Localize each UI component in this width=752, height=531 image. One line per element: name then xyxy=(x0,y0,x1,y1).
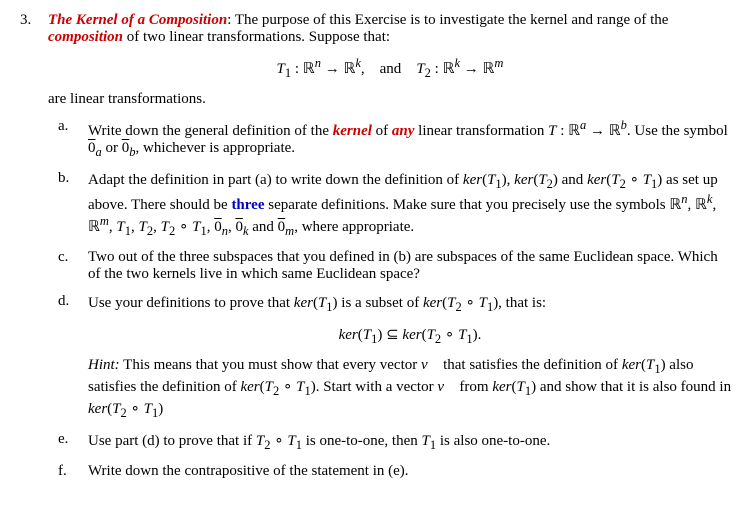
are-linear-text: are linear transformations. xyxy=(48,91,732,108)
transforms-display: T1 : ℝn → ℝk, and T2 : ℝk → ℝm xyxy=(48,56,732,81)
three-word: three xyxy=(231,197,264,213)
part-a-label: a. xyxy=(58,118,80,160)
part-d-formula: ker(T1) ⊆ ker(T2 ∘ T1). xyxy=(88,325,732,347)
part-a-content: Write down the general definition of the… xyxy=(88,118,732,160)
part-d: d. Use your definitions to prove that ke… xyxy=(58,293,732,421)
part-f-content: Write down the contrapositive of the sta… xyxy=(88,463,732,480)
part-e: e. Use part (d) to prove that if T2 ∘ T1… xyxy=(58,431,732,453)
problem-body: The Kernel of a Composition: The purpose… xyxy=(48,12,732,490)
part-e-content: Use part (d) to prove that if T2 ∘ T1 is… xyxy=(88,431,732,453)
kernel-word: kernel xyxy=(333,123,372,139)
part-a: a. Write down the general definition of … xyxy=(58,118,732,160)
part-d-content: Use your definitions to prove that ker(T… xyxy=(88,293,732,421)
any-word: any xyxy=(392,123,415,139)
part-d-hint: Hint: This means that you must show that… xyxy=(88,357,732,421)
part-b-label: b. xyxy=(58,170,80,239)
part-b-content: Adapt the definition in part (a) to writ… xyxy=(88,170,732,239)
problem-number: 3. xyxy=(20,12,40,490)
part-b: b. Adapt the definition in part (a) to w… xyxy=(58,170,732,239)
part-d-label: d. xyxy=(58,293,80,421)
part-c: c. Two out of the three subspaces that y… xyxy=(58,249,732,283)
problem-intro: The Kernel of a Composition: The purpose… xyxy=(48,12,732,46)
composition-word: composition xyxy=(48,29,123,45)
problem-3: 3. The Kernel of a Composition: The purp… xyxy=(20,12,732,490)
part-e-label: e. xyxy=(58,431,80,453)
sub-parts-list: a. Write down the general definition of … xyxy=(58,118,732,480)
part-c-label: c. xyxy=(58,249,80,283)
part-f-label: f. xyxy=(58,463,80,480)
part-c-content: Two out of the three subspaces that you … xyxy=(88,249,732,283)
part-f: f. Write down the contrapositive of the … xyxy=(58,463,732,480)
problem-title: The Kernel of a Composition xyxy=(48,12,227,28)
